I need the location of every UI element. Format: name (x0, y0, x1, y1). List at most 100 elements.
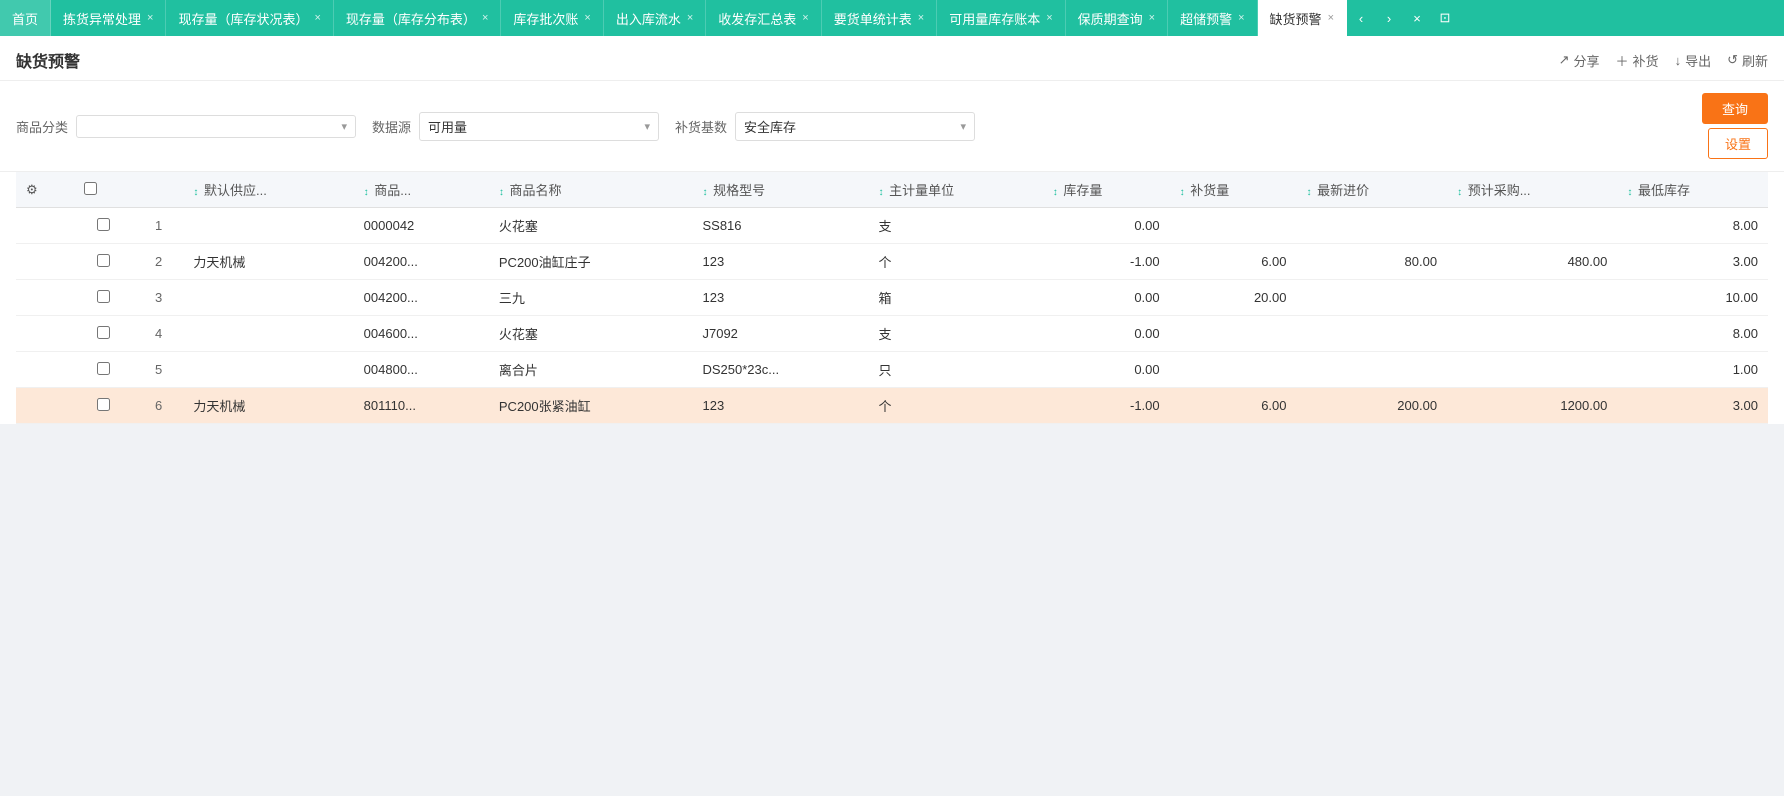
chevron-down-icon: ▾ (341, 120, 347, 133)
row-spec: 123 (692, 280, 868, 316)
row-sku-code: 004800... (354, 352, 489, 388)
tab-next-button[interactable]: › (1375, 0, 1403, 36)
row-stock: 0.00 (1043, 352, 1170, 388)
row-number: 3 (134, 280, 184, 316)
tab-available-ledger[interactable]: 可用量库存账本 × (937, 0, 1065, 36)
close-icon[interactable]: × (584, 12, 590, 24)
close-icon[interactable]: × (918, 12, 924, 24)
row-stock: 0.00 (1043, 280, 1170, 316)
datasource-label: 数据源 (372, 117, 411, 136)
row-checkbox[interactable] (97, 398, 110, 411)
row-est-purchase (1447, 208, 1617, 244)
share-icon: ↗ (1559, 52, 1570, 68)
close-icon[interactable]: × (802, 12, 808, 24)
row-gear[interactable] (16, 280, 74, 316)
page-header: 缺货预警 ↗ 分享 ＋ 补货 ↓ 导出 ↺ 刷新 (0, 36, 1784, 81)
row-stock: 0.00 (1043, 208, 1170, 244)
row-gear[interactable] (16, 208, 74, 244)
tab-demand-stat[interactable]: 要货单统计表 × (822, 0, 937, 36)
checkbox-column-header (74, 172, 134, 208)
row-checkbox[interactable] (97, 290, 110, 303)
row-checkbox[interactable] (97, 254, 110, 267)
chevron-down-icon: ▾ (961, 120, 967, 133)
min-stock-column-header: ↕ 最低库存 (1617, 172, 1768, 208)
tab-home[interactable]: 首页 (0, 0, 51, 36)
shortage-table: ⚙ ↕ 默认供应... ↕ 商品... ↕ (16, 172, 1768, 424)
sku-column-header: ↕ 商品... (354, 172, 489, 208)
gear-icon: ⚙ (26, 182, 38, 197)
row-number: 4 (134, 316, 184, 352)
row-min-stock: 8.00 (1617, 208, 1768, 244)
row-latest-price (1297, 316, 1448, 352)
export-icon: ↓ (1675, 53, 1682, 68)
row-min-stock: 1.00 (1617, 352, 1768, 388)
row-replenish-qty: 6.00 (1170, 388, 1297, 424)
row-supplier: 力天机械 (183, 388, 353, 424)
replenish-icon: ＋ (1616, 51, 1629, 70)
replenish-base-value: 安全库存 (744, 117, 796, 136)
tab-batch-account[interactable]: 库存批次账 × (501, 0, 603, 36)
close-icon[interactable]: × (687, 12, 693, 24)
row-product-name: PC200油缸庄子 (489, 244, 693, 280)
tab-exception[interactable]: 拣货异常处理 × (51, 0, 166, 36)
row-est-purchase (1447, 316, 1617, 352)
tab-bar: 首页 拣货异常处理 × 现存量（库存状况表） × 现存量（库存分布表） × 库存… (0, 0, 1784, 36)
tab-shortage[interactable]: 缺货预警 × (1258, 0, 1347, 36)
row-replenish-qty (1170, 208, 1297, 244)
row-checkbox[interactable] (97, 362, 110, 375)
close-icon[interactable]: × (1238, 12, 1244, 24)
unit-column-header: ↕ 主计量单位 (869, 172, 1043, 208)
tab-receipt-summary[interactable]: 收发存汇总表 × (706, 0, 821, 36)
row-replenish-qty (1170, 352, 1297, 388)
row-est-purchase (1447, 352, 1617, 388)
row-supplier: 力天机械 (183, 244, 353, 280)
table-row: 4 004600... 火花塞 J7092 支 0.00 8.00 (16, 316, 1768, 352)
row-gear[interactable] (16, 352, 74, 388)
refresh-button[interactable]: ↺ 刷新 (1727, 51, 1768, 70)
query-button[interactable]: 查询 (1702, 93, 1768, 124)
replenish-base-select[interactable]: 安全库存 ▾ (735, 112, 975, 141)
close-icon[interactable]: × (1046, 12, 1052, 24)
row-min-stock: 10.00 (1617, 280, 1768, 316)
row-product-name: 火花塞 (489, 316, 693, 352)
select-all-checkbox[interactable] (84, 182, 97, 195)
row-number: 5 (134, 352, 184, 388)
share-button[interactable]: ↗ 分享 (1559, 51, 1600, 70)
category-select[interactable]: ▾ (76, 115, 356, 138)
row-gear[interactable] (16, 316, 74, 352)
tab-prev-button[interactable]: ‹ (1347, 0, 1375, 36)
sort-icon: ↕ (1307, 187, 1312, 198)
row-sku-code: 004600... (354, 316, 489, 352)
row-gear[interactable] (16, 388, 74, 424)
close-icon[interactable]: × (482, 12, 488, 24)
datasource-select[interactable]: 可用量 ▾ (419, 112, 659, 141)
close-icon[interactable]: × (314, 12, 320, 24)
tab-overstock[interactable]: 超储预警 × (1168, 0, 1257, 36)
tab-expand-button[interactable]: ⊡ (1431, 0, 1459, 36)
tab-in-out-flow[interactable]: 出入库流水 × (604, 0, 706, 36)
replenish-button[interactable]: ＋ 补货 (1616, 51, 1659, 70)
row-checkbox[interactable] (97, 326, 110, 339)
close-icon[interactable]: × (1328, 12, 1334, 24)
close-icon[interactable]: × (147, 12, 153, 24)
gear-column-header[interactable]: ⚙ (16, 172, 74, 208)
tab-expiry-query[interactable]: 保质期查询 × (1066, 0, 1168, 36)
row-checkbox-cell (74, 280, 134, 316)
setting-button[interactable]: 设置 (1708, 128, 1768, 159)
close-icon[interactable]: × (1149, 12, 1155, 24)
sort-icon: ↕ (499, 187, 504, 198)
row-number: 6 (134, 388, 184, 424)
row-checkbox[interactable] (97, 218, 110, 231)
row-checkbox-cell (74, 244, 134, 280)
row-latest-price: 80.00 (1297, 244, 1448, 280)
export-button[interactable]: ↓ 导出 (1675, 51, 1712, 70)
row-gear[interactable] (16, 244, 74, 280)
row-sku-code: 004200... (354, 280, 489, 316)
row-min-stock: 3.00 (1617, 388, 1768, 424)
category-filter-group: 商品分类 ▾ (16, 115, 356, 138)
row-spec: 123 (692, 244, 868, 280)
tab-close-all-button[interactable]: × (1403, 0, 1431, 36)
tab-stock-dist[interactable]: 现存量（库存分布表） × (334, 0, 501, 36)
tab-stock-status[interactable]: 现存量（库存状况表） × (166, 0, 333, 36)
row-est-purchase: 1200.00 (1447, 388, 1617, 424)
